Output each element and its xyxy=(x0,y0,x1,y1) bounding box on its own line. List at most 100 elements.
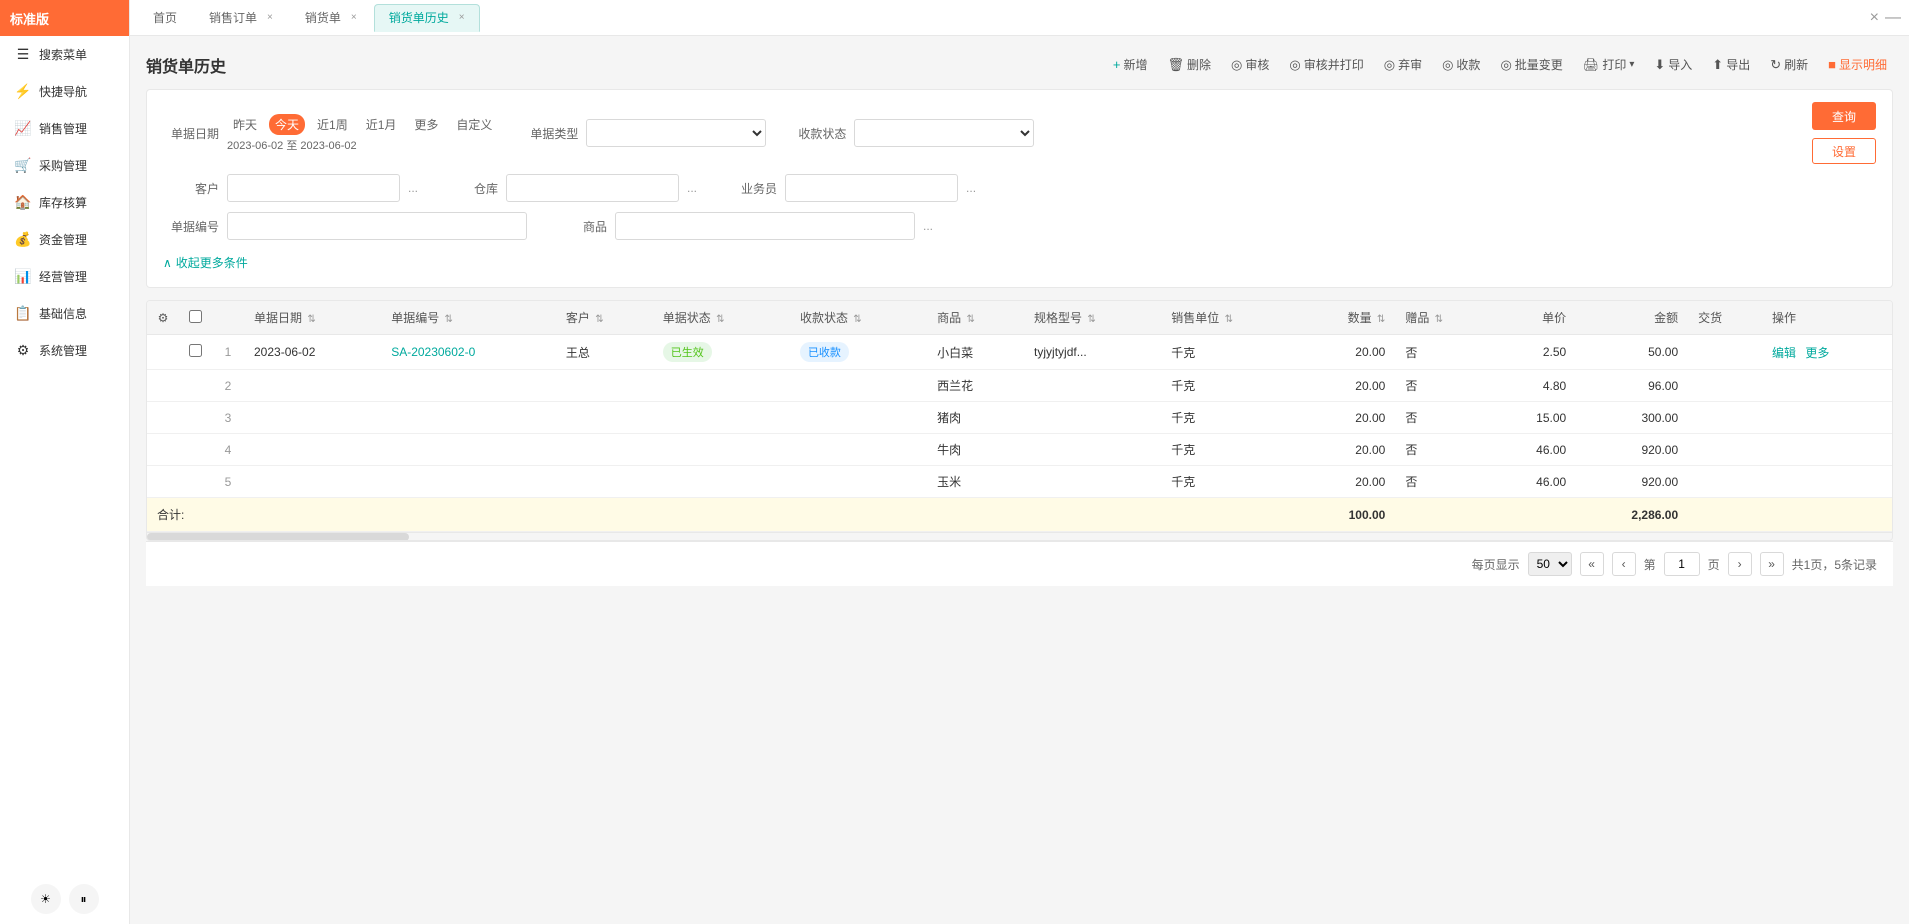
sidebar-item-quick-nav[interactable]: ⚡ 快捷导航 xyxy=(0,73,129,110)
first-page-btn[interactable]: « xyxy=(1580,552,1604,576)
purchase-mgmt-icon: 🛒 xyxy=(15,158,31,174)
app-logo: 标准版 xyxy=(0,0,129,36)
qty-sort-icon: ⇅ xyxy=(1377,314,1385,325)
tab-sales-history-close[interactable]: × xyxy=(459,12,465,23)
sidebar: 标准版 ☰ 搜索菜单 ⚡ 快捷导航 📈 销售管理 🛒 采购管理 🏠 库存核算 💰… xyxy=(0,0,130,924)
filter-row-1: 单据日期 昨天 今天 近1周 近1月 更多 自定义 2023-06-02 至 2… xyxy=(163,102,1876,164)
row1-goods: 小白菜 xyxy=(927,335,1024,370)
doc-no-input[interactable] xyxy=(227,212,527,240)
col-spec-header[interactable]: 规格型号 ⇅ xyxy=(1024,301,1161,335)
abandon-button[interactable]: ◎ 弃审 xyxy=(1378,52,1428,77)
sales-mgmt-icon: 📈 xyxy=(15,121,31,137)
tab-home[interactable]: 首页 xyxy=(138,4,192,32)
audit-button[interactable]: ◎ 审核 xyxy=(1225,52,1275,77)
tab-sales-delivery-close[interactable]: × xyxy=(351,12,357,23)
export-button[interactable]: ⬆ 导出 xyxy=(1706,52,1756,77)
page-number-input[interactable] xyxy=(1664,552,1700,576)
date-tag-month[interactable]: 近1月 xyxy=(360,114,403,135)
delete-button[interactable]: 🗑 删除 xyxy=(1161,52,1217,77)
audit-print-button[interactable]: ◎ 审核并打印 xyxy=(1283,52,1369,77)
table-row: 1 2023-06-02 SA-20230602-0 王总 已生效 已收款 小白… xyxy=(147,335,1892,370)
select-all-checkbox[interactable] xyxy=(189,310,202,323)
sidebar-item-search-menu[interactable]: ☰ 搜索菜单 xyxy=(0,36,129,73)
sidebar-item-operation-mgmt[interactable]: 📊 经营管理 xyxy=(0,258,129,295)
tab-sales-order-label: 销售订单 xyxy=(209,9,257,26)
sidebar-item-system-mgmt[interactable]: ⚙ 系统管理 xyxy=(0,332,129,369)
sidebar-item-sales-mgmt[interactable]: 📈 销售管理 xyxy=(0,110,129,147)
sidebar-item-basic-info[interactable]: 📋 基础信息 xyxy=(0,295,129,332)
show-details-button[interactable]: ■ 显示明细 xyxy=(1822,52,1893,77)
date-tag-today[interactable]: 今天 xyxy=(269,114,305,135)
sidebar-bottom-btn1[interactable]: ☀ xyxy=(31,884,61,914)
tab-sales-order[interactable]: 销售订单 × xyxy=(194,4,288,32)
customer-dots[interactable]: ... xyxy=(408,181,418,195)
col-qty-header[interactable]: 数量 ⇅ xyxy=(1298,301,1395,335)
row1-edit-btn[interactable]: 编辑 xyxy=(1772,346,1796,360)
col-goods-header[interactable]: 商品 ⇅ xyxy=(927,301,1024,335)
warehouse-dots[interactable]: ... xyxy=(687,181,697,195)
query-button[interactable]: 查询 xyxy=(1812,102,1876,130)
collect-status-select[interactable] xyxy=(854,119,1034,147)
window-minimize-btn[interactable]: — xyxy=(1885,9,1901,27)
row1-checkbox[interactable] xyxy=(189,344,202,357)
goods-input[interactable] xyxy=(615,212,915,240)
row4-docstatus xyxy=(653,434,790,466)
sidebar-item-finance-mgmt[interactable]: 💰 资金管理 xyxy=(0,221,129,258)
prev-page-btn[interactable]: ‹ xyxy=(1612,552,1636,576)
date-tag-custom[interactable]: 自定义 xyxy=(450,114,498,135)
salesperson-input[interactable] xyxy=(785,174,958,202)
date-tag-week[interactable]: 近1周 xyxy=(311,114,354,135)
row2-customer xyxy=(556,370,653,402)
tab-sales-history[interactable]: 销货单历史 × xyxy=(374,4,480,32)
abandon-icon: ◎ xyxy=(1384,57,1395,73)
setting-button[interactable]: 设置 xyxy=(1812,138,1876,164)
print-button[interactable]: 🖨 打印 ▾ xyxy=(1577,52,1641,77)
customer-input[interactable] xyxy=(227,174,400,202)
refresh-button[interactable]: ↻ 刷新 xyxy=(1764,52,1814,77)
audit-label: 审核 xyxy=(1245,56,1269,73)
col-customer-header[interactable]: 客户 ⇅ xyxy=(556,301,653,335)
window-close-btn[interactable]: × xyxy=(1870,9,1879,27)
row1-more-btn[interactable]: 更多 xyxy=(1805,346,1829,360)
sidebar-bottom-btn2[interactable]: ⏸ xyxy=(69,884,99,914)
sidebar-item-purchase-mgmt[interactable]: 🛒 采购管理 xyxy=(0,147,129,184)
col-gift-header[interactable]: 赠品 ⇅ xyxy=(1395,301,1492,335)
next-page-btn[interactable]: › xyxy=(1728,552,1752,576)
sidebar-item-inventory[interactable]: 🏠 库存核算 xyxy=(0,184,129,221)
row1-qty: 20.00 xyxy=(1298,335,1395,370)
salesperson-dots[interactable]: ... xyxy=(966,181,976,195)
row2-amount: 96.00 xyxy=(1576,370,1688,402)
last-page-btn[interactable]: » xyxy=(1760,552,1784,576)
col-settings-header[interactable]: ⚙ xyxy=(147,301,179,335)
row2-price: 4.80 xyxy=(1492,370,1576,402)
table-scrollbar[interactable] xyxy=(147,532,1892,540)
row5-spec xyxy=(1024,466,1161,498)
warehouse-input[interactable] xyxy=(506,174,679,202)
import-button[interactable]: ⬇ 导入 xyxy=(1648,52,1698,77)
doc-type-select[interactable] xyxy=(586,119,766,147)
sidebar-item-label: 经营管理 xyxy=(39,268,87,285)
col-docstatus-header[interactable]: 单据状态 ⇅ xyxy=(653,301,790,335)
row1-settings xyxy=(147,335,179,370)
col-paystatus-header[interactable]: 收款状态 ⇅ xyxy=(790,301,927,335)
date-tag-yesterday[interactable]: 昨天 xyxy=(227,114,263,135)
batch-change-button[interactable]: ◎ 批量变更 xyxy=(1494,52,1568,77)
add-button[interactable]: + 新增 xyxy=(1107,52,1154,77)
collapse-button[interactable]: ∧ 收起更多条件 xyxy=(163,250,1876,275)
row2-qty: 20.00 xyxy=(1298,370,1395,402)
date-tag-more[interactable]: 更多 xyxy=(408,114,444,135)
col-unit-header[interactable]: 销售单位 ⇅ xyxy=(1161,301,1298,335)
prev-page-icon: ‹ xyxy=(1622,557,1626,571)
row3-goods: 猪肉 xyxy=(927,402,1024,434)
col-docno-header[interactable]: 单据编号 ⇅ xyxy=(381,301,556,335)
row1-docno[interactable]: SA-20230602-0 xyxy=(381,335,556,370)
tab-sales-order-close[interactable]: × xyxy=(267,12,273,23)
row4-price: 46.00 xyxy=(1492,434,1576,466)
collect-button[interactable]: ◎ 收款 xyxy=(1436,52,1486,77)
tab-sales-delivery[interactable]: 销货单 × xyxy=(290,4,372,32)
row4-paystatus xyxy=(790,434,927,466)
goods-dots[interactable]: ... xyxy=(923,219,933,233)
col-date-header[interactable]: 单据日期 ⇅ xyxy=(244,301,381,335)
per-page-select[interactable]: 50 xyxy=(1528,552,1572,576)
finance-mgmt-icon: 💰 xyxy=(15,232,31,248)
